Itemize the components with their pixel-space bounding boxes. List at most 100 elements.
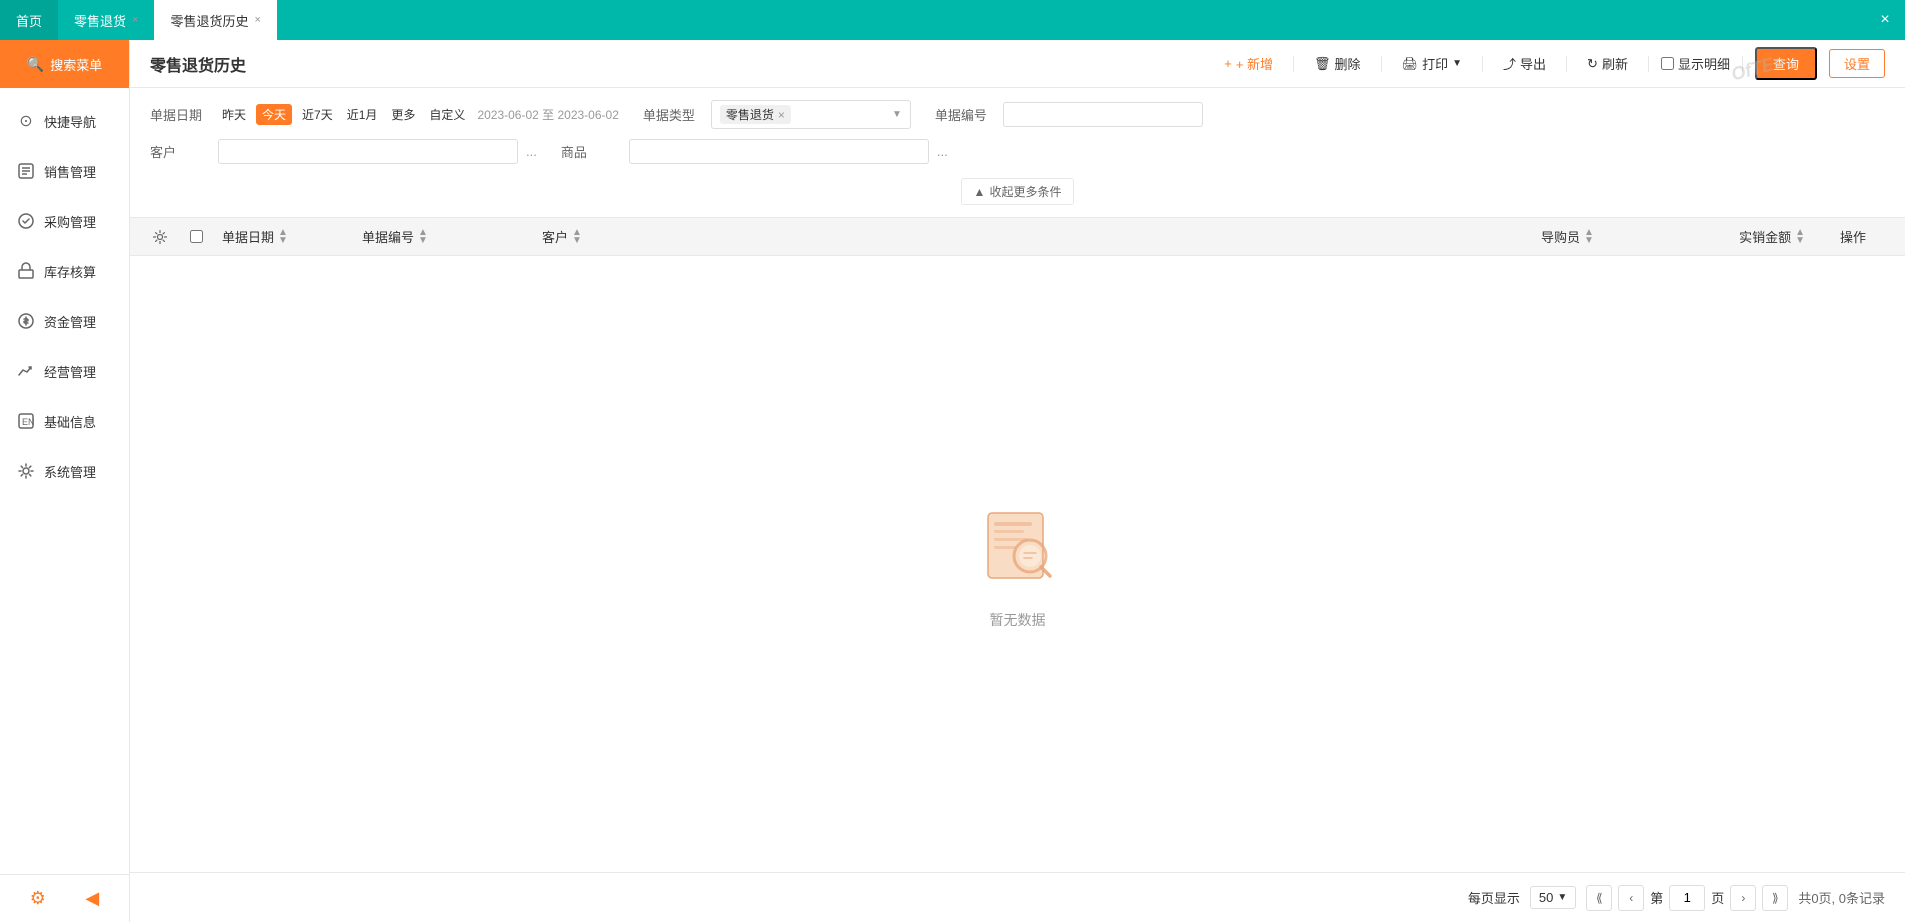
page-num-input[interactable] <box>1669 885 1705 911</box>
toolbar-divider-1 <box>1293 56 1294 72</box>
settings-button[interactable]: 设置 <box>1829 49 1885 78</box>
sidebar-item-purchase-label: 采购管理 <box>44 212 96 231</box>
th-date[interactable]: 单据日期 ▲▼ <box>214 227 354 246</box>
tab-retail-return-history-close[interactable]: × <box>254 14 260 26</box>
filter-no-input[interactable] <box>1003 102 1203 127</box>
tab-retail-return-close[interactable]: × <box>132 14 138 26</box>
filter-type-tag: 零售退货 × <box>720 105 791 124</box>
date-btn-custom[interactable]: 自定义 <box>425 104 469 125</box>
page-unit-label: 页 <box>1711 888 1724 907</box>
toolbar: + + 新增 🗑 删除 🖨 打印 ▼ ⤴ 导出 <box>1216 47 1885 80</box>
print-button-label: 打印 <box>1422 54 1448 73</box>
show-detail-checkbox-group: 显示明细 <box>1661 54 1730 73</box>
filter-row-2: 客户 ... 商品 ... <box>150 139 1885 164</box>
delete-button[interactable]: 🗑 删除 <box>1306 50 1369 77</box>
filter-goods-ellipsis[interactable]: ... <box>937 144 948 159</box>
sidebar-item-system[interactable]: 系统管理 <box>0 446 129 496</box>
tab-home[interactable]: 首页 <box>0 0 58 40</box>
tab-retail-return-history-label: 零售退货历史 <box>170 11 248 30</box>
filter-type-tag-value: 零售退货 <box>726 106 774 123</box>
sidebar: 🔍 搜索菜单 ⊙ 快捷导航 销售管理 采购管理 <box>0 40 130 922</box>
th-guide-sort: ▲▼ <box>1584 229 1594 245</box>
th-no[interactable]: 单据编号 ▲▼ <box>354 227 534 246</box>
select-all-checkbox[interactable] <box>190 230 203 243</box>
page-total-label: 共0页, 0条记录 <box>1798 888 1885 907</box>
window-close-button[interactable]: × <box>1865 0 1905 40</box>
sidebar-item-inventory-label: 库存核算 <box>44 262 96 281</box>
th-settings[interactable] <box>142 229 178 245</box>
main-layout: 🔍 搜索菜单 ⊙ 快捷导航 销售管理 采购管理 <box>0 40 1905 922</box>
filter-customer-label: 客户 <box>150 142 210 161</box>
tab-retail-return-history[interactable]: 零售退货历史 × <box>154 0 276 40</box>
filter-date-label: 单据日期 <box>150 105 210 124</box>
sidebar-item-system-label: 系统管理 <box>44 462 96 481</box>
inventory-icon <box>16 261 36 281</box>
toolbar-divider-3 <box>1482 56 1483 72</box>
page-size-dropdown[interactable]: 50 ▼ <box>1530 886 1576 909</box>
add-icon: + <box>1224 56 1232 71</box>
filter-goods: 商品 ... <box>561 139 948 164</box>
purchase-icon <box>16 211 36 231</box>
query-button[interactable]: 查询 <box>1755 47 1817 80</box>
page-title: 零售退货历史 <box>150 52 246 76</box>
search-icon: 🔍 <box>27 56 44 73</box>
collapse-sidebar-icon[interactable]: ◀ <box>85 888 99 909</box>
search-menu-button[interactable]: 🔍 搜索菜单 <box>0 40 129 88</box>
th-amount[interactable]: 实销金额 ▲▼ <box>1693 227 1813 246</box>
page-prev-button[interactable]: ‹ <box>1618 885 1644 911</box>
date-btn-more[interactable]: 更多 <box>387 104 419 125</box>
th-date-label: 单据日期 <box>222 227 274 246</box>
settings-bottom-icon[interactable]: ⚙ <box>30 888 46 909</box>
show-detail-checkbox[interactable] <box>1661 57 1674 70</box>
finance-icon <box>16 311 36 331</box>
filter-goods-label: 商品 <box>561 142 621 161</box>
sidebar-item-basic-info[interactable]: EN 基础信息 <box>0 396 129 446</box>
page-num-label: 第 <box>1650 888 1663 907</box>
filter-type: 单据类型 零售退货 × ▼ <box>643 100 911 129</box>
date-btn-yesterday[interactable]: 昨天 <box>218 104 250 125</box>
page-first-button[interactable]: ⟪ <box>1586 885 1612 911</box>
sidebar-item-sales[interactable]: 销售管理 <box>0 146 129 196</box>
collapse-filter-button[interactable]: ▲ 收起更多条件 <box>961 178 1075 205</box>
sidebar-item-shortcuts[interactable]: ⊙ 快捷导航 <box>0 96 129 146</box>
window-close-icon: × <box>1880 11 1889 29</box>
tab-retail-return-label: 零售退货 <box>74 11 126 30</box>
top-bar: 首页 零售退货 × 零售退货历史 × × <box>0 0 1905 40</box>
page-next-button[interactable]: › <box>1730 885 1756 911</box>
date-btn-1month[interactable]: 近1月 <box>343 104 382 125</box>
th-guide[interactable]: 导购员 ▲▼ <box>1533 227 1693 246</box>
filter-type-tag-close[interactable]: × <box>778 108 785 122</box>
refresh-button[interactable]: ↻ 刷新 <box>1579 50 1636 77</box>
filter-goods-input[interactable] <box>629 139 929 164</box>
tab-retail-return[interactable]: 零售退货 × <box>58 0 154 40</box>
filter-type-select[interactable]: 零售退货 × ▼ <box>711 100 911 129</box>
filter-date-range: 2023-06-02 至 2023-06-02 <box>477 106 618 123</box>
page-last-button[interactable]: ⟫ <box>1762 885 1788 911</box>
export-button-label: 导出 <box>1520 54 1546 73</box>
toolbar-divider-4 <box>1566 56 1567 72</box>
sidebar-item-purchase[interactable]: 采购管理 <box>0 196 129 246</box>
filter-row-1: 单据日期 昨天 今天 近7天 近1月 更多 自定义 2023-06-02 至 2… <box>150 100 1885 129</box>
date-btn-today[interactable]: 今天 <box>256 104 292 125</box>
print-button[interactable]: 🖨 打印 ▼ <box>1394 50 1470 77</box>
page-size-label: 每页显示 <box>1468 888 1520 907</box>
th-customer[interactable]: 客户 ▲▼ <box>534 227 1533 246</box>
page-nav: ⟪ ‹ 第 页 › ⟫ <box>1586 885 1788 911</box>
sidebar-item-operations-label: 经营管理 <box>44 362 96 381</box>
filter-customer-input[interactable] <box>218 139 518 164</box>
th-no-sort: ▲▼ <box>418 229 428 245</box>
filter-customer-ellipsis[interactable]: ... <box>526 144 537 159</box>
pagination: 每页显示 50 ▼ ⟪ ‹ 第 页 › ⟫ 共0页, 0条记录 <box>130 872 1905 922</box>
th-amount-sort: ▲▼ <box>1795 229 1805 245</box>
delete-icon: 🗑 <box>1314 56 1331 72</box>
th-checkbox[interactable] <box>178 230 214 243</box>
sidebar-item-operations[interactable]: 经营管理 <box>0 346 129 396</box>
svg-text:EN: EN <box>22 417 35 427</box>
print-icon: 🖨 <box>1402 56 1419 72</box>
export-button[interactable]: ⤴ 导出 <box>1495 50 1554 77</box>
add-button[interactable]: + + 新增 <box>1216 50 1281 77</box>
date-btn-7days[interactable]: 近7天 <box>298 104 337 125</box>
sidebar-item-finance[interactable]: 资金管理 <box>0 296 129 346</box>
sidebar-item-finance-label: 资金管理 <box>44 312 96 331</box>
sidebar-item-inventory[interactable]: 库存核算 <box>0 246 129 296</box>
